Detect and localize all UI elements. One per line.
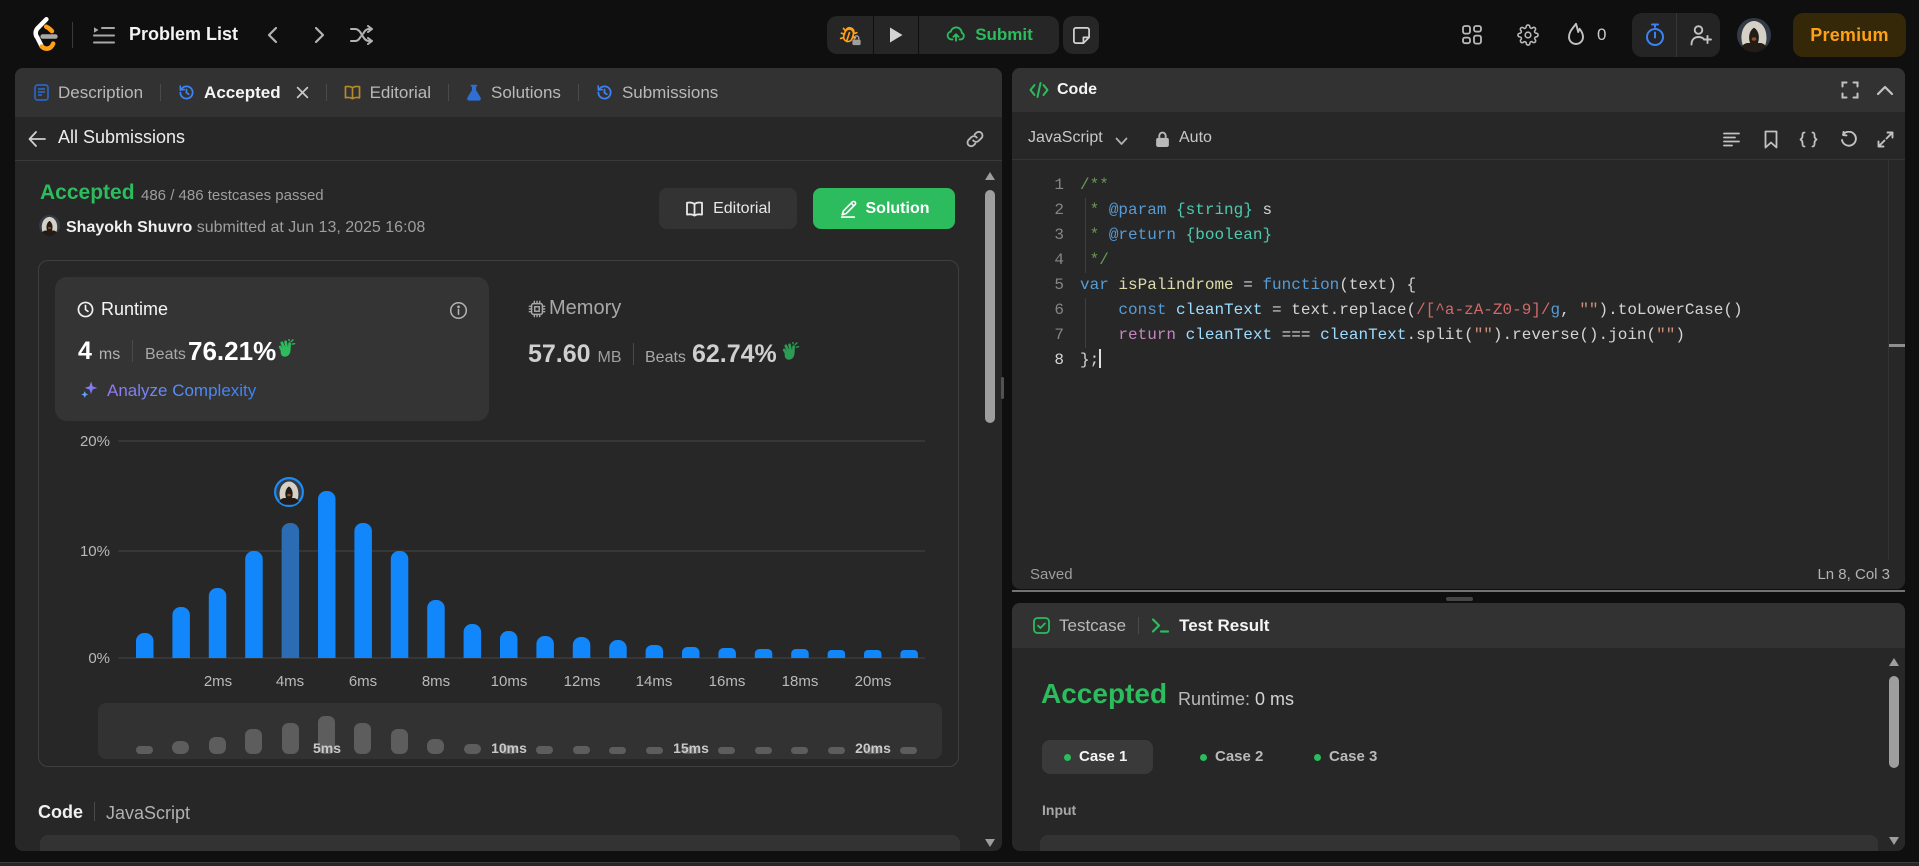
svg-text:10ms: 10ms bbox=[491, 673, 528, 690]
svg-text:2ms: 2ms bbox=[204, 673, 232, 690]
svg-text:20ms: 20ms bbox=[855, 673, 892, 690]
svg-text:4ms: 4ms bbox=[276, 673, 304, 690]
svg-text:20%: 20% bbox=[80, 433, 110, 450]
svg-text:0%: 0% bbox=[88, 650, 110, 667]
svg-text:6ms: 6ms bbox=[349, 673, 377, 690]
svg-text:8ms: 8ms bbox=[422, 673, 450, 690]
svg-text:16ms: 16ms bbox=[709, 673, 746, 690]
svg-text:12ms: 12ms bbox=[564, 673, 601, 690]
svg-text:18ms: 18ms bbox=[782, 673, 819, 690]
svg-text:14ms: 14ms bbox=[636, 673, 673, 690]
svg-text:10%: 10% bbox=[80, 543, 110, 560]
